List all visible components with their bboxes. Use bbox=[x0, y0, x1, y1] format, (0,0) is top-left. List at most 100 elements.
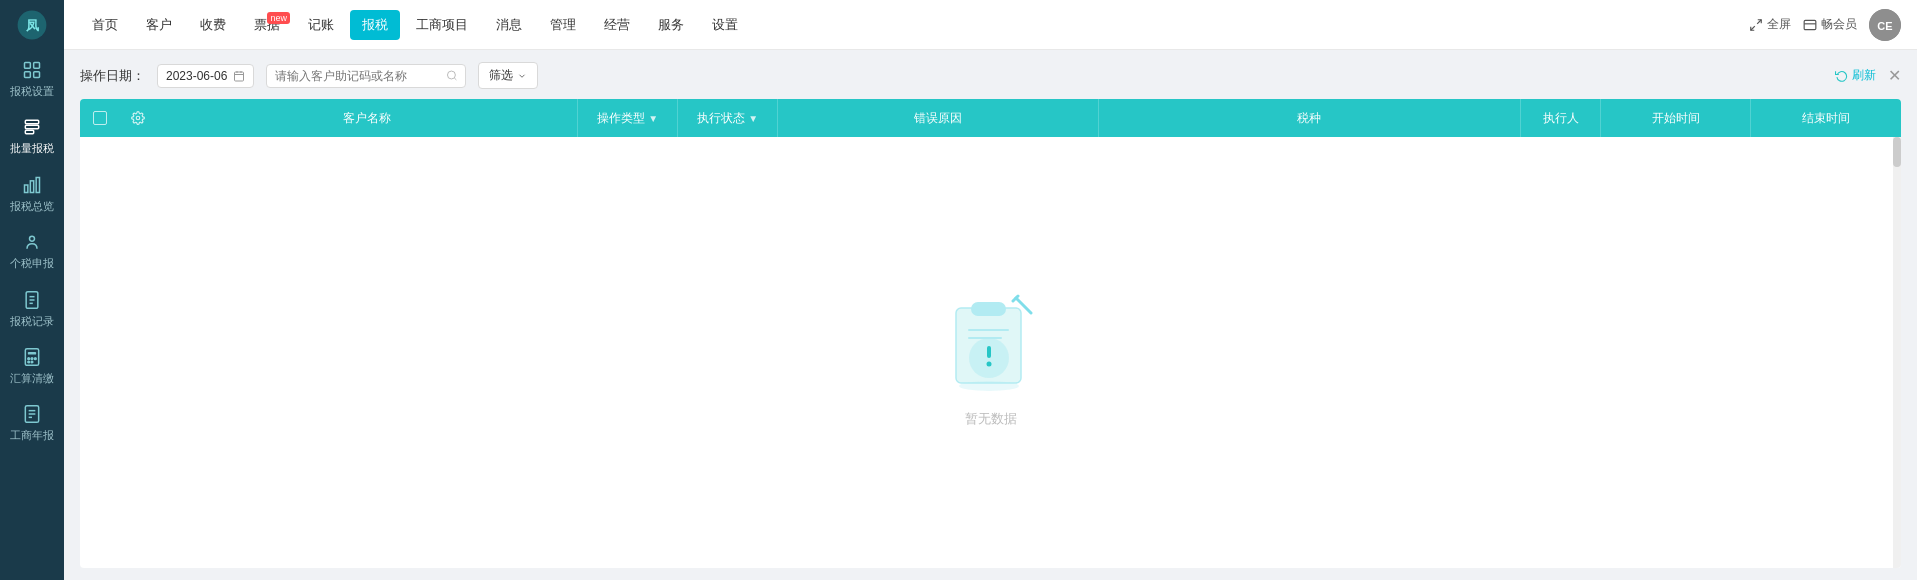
sidebar-item-baoshui-jilu[interactable]: 报税记录 bbox=[0, 280, 64, 337]
svg-text:凤: 凤 bbox=[25, 18, 39, 33]
svg-rect-18 bbox=[28, 352, 36, 355]
table-body: 暂无数据 bbox=[80, 137, 1901, 568]
search-input[interactable] bbox=[275, 69, 441, 83]
svg-point-47 bbox=[986, 361, 991, 366]
date-label: 操作日期： bbox=[80, 67, 145, 85]
sidebar-item-baoshui-shezhi[interactable]: 报税设置 bbox=[0, 50, 64, 107]
topnav: 首页 客户 收费 票据 new 记账 报税 工商项目 消息 管理 经营 服务 设… bbox=[64, 0, 1917, 50]
empty-text: 暂无数据 bbox=[965, 410, 1017, 428]
nav-guanli[interactable]: 管理 bbox=[538, 10, 588, 40]
th-op-type[interactable]: 操作类型 ▼ bbox=[578, 99, 678, 137]
svg-point-20 bbox=[31, 358, 33, 360]
nav-jizhang[interactable]: 记账 bbox=[296, 10, 346, 40]
nav-shezhi[interactable]: 设置 bbox=[700, 10, 750, 40]
svg-rect-30 bbox=[1804, 20, 1816, 29]
th-status[interactable]: 执行状态 ▼ bbox=[678, 99, 778, 137]
search-box[interactable] bbox=[266, 64, 466, 88]
th-checkbox[interactable] bbox=[80, 111, 120, 125]
svg-rect-11 bbox=[36, 177, 39, 192]
scrollbar-thumb[interactable] bbox=[1893, 137, 1901, 167]
svg-rect-9 bbox=[25, 185, 28, 193]
svg-point-12 bbox=[30, 236, 35, 241]
close-button[interactable]: ✕ bbox=[1888, 68, 1901, 84]
nav-baoshui[interactable]: 报税 bbox=[350, 10, 400, 40]
empty-illustration bbox=[931, 278, 1051, 398]
nav-piao[interactable]: 票据 new bbox=[242, 10, 292, 40]
person-tax-icon bbox=[18, 230, 46, 254]
nav-gongshang[interactable]: 工商项目 bbox=[404, 10, 480, 40]
search-icon bbox=[446, 69, 458, 82]
settings-icon bbox=[18, 58, 46, 82]
sidebar: 凤 报税设置 批量报税 报税总览 个税 bbox=[0, 0, 64, 580]
svg-rect-2 bbox=[25, 63, 31, 69]
calendar-icon bbox=[233, 70, 245, 82]
svg-rect-5 bbox=[34, 72, 40, 78]
nav-xiaoxi[interactable]: 消息 bbox=[484, 10, 534, 40]
sidebar-item-gongshang-nianbao[interactable]: 工商年报 bbox=[0, 394, 64, 451]
record-icon bbox=[18, 288, 46, 312]
date-picker[interactable]: 2023-06-06 bbox=[157, 64, 254, 88]
annual-report-icon bbox=[18, 402, 46, 426]
nav-shoufei[interactable]: 收费 bbox=[188, 10, 238, 40]
nav-home[interactable]: 首页 bbox=[80, 10, 130, 40]
svg-rect-8 bbox=[25, 131, 33, 134]
column-settings-icon bbox=[131, 111, 145, 125]
chevron-down-icon bbox=[517, 71, 527, 81]
batch-tax-icon bbox=[18, 115, 46, 139]
sort-optype-icon: ▼ bbox=[648, 113, 658, 124]
svg-rect-4 bbox=[25, 72, 31, 78]
calc-icon bbox=[18, 345, 46, 369]
svg-text:CE: CE bbox=[1877, 20, 1892, 32]
content-area: 操作日期： 2023-06-06 筛选 bbox=[64, 50, 1917, 580]
table-container: 客户名称 操作类型 ▼ 执行状态 ▼ 错误原因 税种 bbox=[80, 99, 1901, 568]
new-badge: new bbox=[267, 12, 290, 25]
page-content: 操作日期： 2023-06-06 筛选 bbox=[64, 50, 1917, 580]
th-error-reason: 错误原因 bbox=[778, 99, 1099, 137]
refresh-button[interactable]: 刷新 bbox=[1835, 67, 1876, 84]
app-logo: 凤 bbox=[0, 0, 64, 50]
th-customer-name: 客户名称 bbox=[156, 99, 578, 137]
svg-point-40 bbox=[136, 116, 140, 120]
svg-point-23 bbox=[31, 361, 33, 363]
svg-rect-10 bbox=[30, 181, 33, 193]
sidebar-item-geshui-shenbao[interactable]: 个税申报 bbox=[0, 222, 64, 279]
svg-point-21 bbox=[35, 358, 37, 360]
scrollbar[interactable] bbox=[1893, 137, 1901, 568]
user-avatar[interactable]: CE bbox=[1869, 9, 1901, 41]
overview-icon bbox=[18, 173, 46, 197]
fullscreen-icon bbox=[1749, 18, 1763, 32]
sidebar-item-piliang-baoshui[interactable]: 批量报税 bbox=[0, 107, 64, 164]
svg-rect-42 bbox=[971, 302, 1006, 316]
svg-rect-46 bbox=[987, 346, 991, 358]
svg-rect-34 bbox=[235, 72, 244, 81]
member-icon bbox=[1803, 18, 1817, 32]
sidebar-item-huisuan-jiaoshu[interactable]: 汇算清缴 bbox=[0, 337, 64, 394]
svg-point-19 bbox=[28, 358, 30, 360]
sort-status-icon: ▼ bbox=[748, 113, 758, 124]
member-button[interactable]: 畅会员 bbox=[1803, 16, 1857, 33]
nav-items: 首页 客户 收费 票据 new 记账 报税 工商项目 消息 管理 经营 服务 设… bbox=[80, 10, 1749, 40]
th-end-time: 结束时间 bbox=[1751, 99, 1901, 137]
fullscreen-button[interactable]: 全屏 bbox=[1749, 16, 1791, 33]
svg-rect-6 bbox=[25, 121, 38, 124]
select-all-checkbox[interactable] bbox=[93, 111, 107, 125]
th-tax-type: 税种 bbox=[1099, 99, 1521, 137]
nav-jingying[interactable]: 经营 bbox=[592, 10, 642, 40]
svg-point-50 bbox=[959, 381, 1019, 391]
main-area: 首页 客户 收费 票据 new 记账 报税 工商项目 消息 管理 经营 服务 设… bbox=[64, 0, 1917, 580]
th-settings[interactable] bbox=[120, 111, 156, 125]
svg-line-39 bbox=[454, 78, 456, 80]
nav-kehu[interactable]: 客户 bbox=[134, 10, 184, 40]
th-start-time: 开始时间 bbox=[1601, 99, 1751, 137]
svg-point-38 bbox=[447, 71, 455, 79]
topnav-right: 全屏 畅会员 CE bbox=[1749, 9, 1901, 41]
toolbar: 操作日期： 2023-06-06 筛选 bbox=[80, 62, 1901, 89]
th-executor: 执行人 bbox=[1521, 99, 1601, 137]
empty-state: 暂无数据 bbox=[931, 278, 1051, 428]
svg-rect-7 bbox=[25, 126, 38, 129]
nav-fuwu[interactable]: 服务 bbox=[646, 10, 696, 40]
svg-rect-3 bbox=[34, 63, 40, 69]
sidebar-item-baoshui-zonglang[interactable]: 报税总览 bbox=[0, 165, 64, 222]
refresh-icon bbox=[1835, 69, 1848, 82]
filter-button[interactable]: 筛选 bbox=[478, 62, 538, 89]
